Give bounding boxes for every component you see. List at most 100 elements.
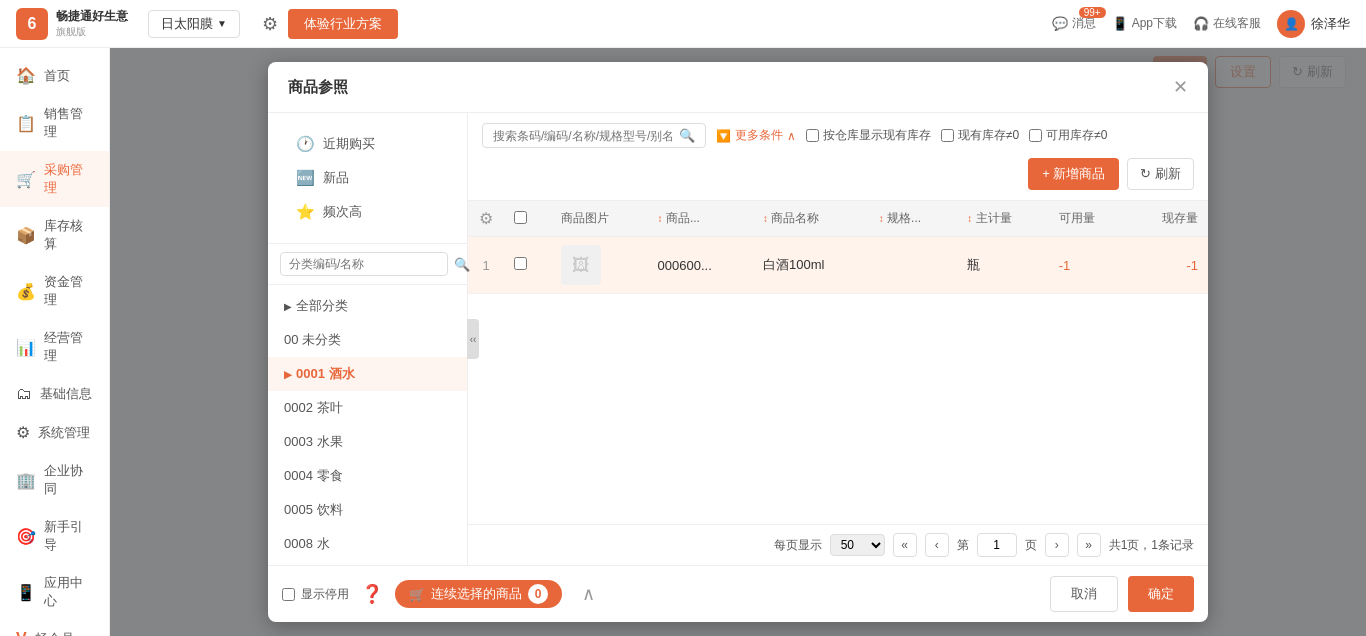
table-row[interactable]: 1 🖼 000600... 白酒100ml bbox=[468, 237, 1208, 294]
sidebar-label-system: 系统管理 bbox=[38, 424, 90, 442]
sidebar-item-enterprise[interactable]: 🏢 企业协同 bbox=[0, 452, 109, 508]
filter-icon: 🔽 bbox=[716, 129, 731, 143]
cart-collapse-icon[interactable]: ∧ bbox=[582, 583, 595, 605]
search-icon[interactable]: 🔍 bbox=[679, 128, 695, 143]
cancel-btn[interactable]: 取消 bbox=[1050, 576, 1118, 612]
sidebar-item-sales[interactable]: 📋 销售管理 bbox=[0, 95, 109, 151]
col-name[interactable]: ↕ 商品名称 bbox=[753, 201, 869, 237]
category-0005[interactable]: 0005 饮料 bbox=[268, 493, 467, 527]
category-0001[interactable]: ▶ 0001 酒水 bbox=[268, 357, 467, 391]
modal-close-button[interactable]: ✕ bbox=[1173, 76, 1188, 98]
quick-item-frequent[interactable]: ⭐ 频次高 bbox=[280, 195, 455, 229]
sort-icon-spec: ↕ bbox=[879, 213, 884, 224]
col-image: 商品图片 bbox=[551, 201, 648, 237]
message-btn[interactable]: 💬 消息 99+ bbox=[1052, 15, 1096, 32]
user-menu[interactable]: 👤 徐泽华 bbox=[1277, 10, 1350, 38]
sidebar-label-enterprise: 企业协同 bbox=[44, 462, 93, 498]
trial-btn[interactable]: 体验行业方案 bbox=[288, 9, 398, 39]
quick-items-list: 🕐 近期购买 🆕 新品 ⭐ 频次高 bbox=[280, 123, 455, 233]
col-settings: ⚙ bbox=[468, 201, 504, 237]
sidebar-item-guide[interactable]: 🎯 新手引导 bbox=[0, 508, 109, 564]
available-stock-checkbox[interactable] bbox=[1029, 129, 1042, 142]
modal-right-panel: 🔍 🔽 更多条件 ∧ 按仓库显示现有库存 bbox=[468, 113, 1208, 565]
toolbar-right: + 新增商品 ↻ 刷新 bbox=[1028, 158, 1194, 190]
product-table-body: 1 🖼 000600... 白酒100ml bbox=[468, 237, 1208, 294]
col-name-label: 商品名称 bbox=[771, 211, 819, 225]
sidebar-item-basics[interactable]: 🗂 基础信息 bbox=[0, 375, 109, 413]
last-page-btn[interactable]: » bbox=[1077, 533, 1101, 557]
chevron-down-icon: ▼ bbox=[217, 18, 227, 29]
quick-item-recent[interactable]: 🕐 近期购买 bbox=[280, 127, 455, 161]
category-all[interactable]: ▶ 全部分类 bbox=[268, 289, 467, 323]
sort-icon-code: ↕ bbox=[658, 213, 663, 224]
finance-icon: 💰 bbox=[16, 282, 36, 301]
cart-btn[interactable]: 🛒 连续选择的商品 0 bbox=[395, 580, 562, 608]
check-available-stock: 可用库存≠0 bbox=[1029, 127, 1107, 144]
sidebar-label-sales: 销售管理 bbox=[44, 105, 93, 141]
prev-page-btn[interactable]: ‹ bbox=[925, 533, 949, 557]
available-stock-label: 可用库存≠0 bbox=[1046, 127, 1107, 144]
category-0008[interactable]: 0008 水 bbox=[268, 527, 467, 561]
sidebar-item-inventory[interactable]: 📦 库存核算 bbox=[0, 207, 109, 263]
column-settings-icon[interactable]: ⚙ bbox=[479, 210, 493, 227]
content-area: 查询 设置 ↻ 刷新 商品参照 ✕ bbox=[110, 48, 1366, 636]
col-code[interactable]: ↕ 商品... bbox=[648, 201, 753, 237]
sidebar-item-system[interactable]: ⚙ 系统管理 bbox=[0, 413, 109, 452]
col-spec[interactable]: ↕ 规格... bbox=[869, 201, 958, 237]
page-number-input[interactable] bbox=[977, 533, 1017, 557]
total-label: 共1页，1条记录 bbox=[1109, 537, 1194, 554]
sidebar-item-finance[interactable]: 💰 资金管理 bbox=[0, 263, 109, 319]
category-search-input[interactable] bbox=[280, 252, 448, 276]
col-code-label: 商品... bbox=[666, 211, 700, 225]
collapse-btn[interactable]: ‹‹ bbox=[467, 319, 479, 359]
page-label: 第 bbox=[957, 537, 969, 554]
category-0010[interactable]: 0010 家电 bbox=[268, 561, 467, 565]
sidebar: 🏠 首页 📋 销售管理 🛒 采购管理 📦 库存核算 💰 资金管理 📊 经营管理 … bbox=[0, 48, 110, 636]
cat0004-label: 0004 零食 bbox=[284, 467, 343, 485]
category-0004[interactable]: 0004 零食 bbox=[268, 459, 467, 493]
col-unit[interactable]: ↕ 主计量 bbox=[957, 201, 1048, 237]
product-search-input[interactable] bbox=[493, 129, 673, 143]
store-selector[interactable]: 日太阳膜 ▼ bbox=[148, 10, 240, 38]
refresh-btn[interactable]: ↻ 刷新 bbox=[1127, 158, 1194, 190]
category-search-icon[interactable]: 🔍 bbox=[454, 257, 470, 272]
row-checkbox[interactable] bbox=[514, 257, 527, 270]
sidebar-item-member[interactable]: V 畅会员 bbox=[0, 620, 109, 636]
sidebar-label-finance: 资金管理 bbox=[44, 273, 93, 309]
col-stock: 现存量 bbox=[1128, 201, 1208, 237]
sidebar-item-home[interactable]: 🏠 首页 bbox=[0, 56, 109, 95]
warehouse-stock-label: 按仓库显示现有库存 bbox=[823, 127, 931, 144]
settings-icon-btn[interactable]: ⚙ bbox=[252, 6, 288, 42]
sidebar-item-apps[interactable]: 📱 应用中心 bbox=[0, 564, 109, 620]
check-current-stock: 现有库存≠0 bbox=[941, 127, 1019, 144]
row-img-cell: 🖼 bbox=[551, 237, 648, 294]
product-table: ⚙ 商品图片 bbox=[468, 201, 1208, 294]
row-spec-cell bbox=[869, 237, 958, 294]
current-stock-checkbox[interactable] bbox=[941, 129, 954, 142]
help-icon[interactable]: ❓ bbox=[361, 583, 383, 605]
app-download-btn[interactable]: 📱 App下载 bbox=[1112, 15, 1177, 32]
category-00[interactable]: 00 未分类 bbox=[268, 323, 467, 357]
more-filter-btn[interactable]: 🔽 更多条件 ∧ bbox=[716, 127, 796, 144]
display-disabled-checkbox[interactable] bbox=[282, 588, 295, 601]
confirm-btn[interactable]: 确定 bbox=[1128, 576, 1194, 612]
add-product-btn[interactable]: + 新增商品 bbox=[1028, 158, 1119, 190]
modal-toolbar: 🔍 🔽 更多条件 ∧ 按仓库显示现有库存 bbox=[468, 113, 1208, 201]
sales-icon: 📋 bbox=[16, 114, 36, 133]
category-0003[interactable]: 0003 水果 bbox=[268, 425, 467, 459]
display-disabled-area: 显示停用 bbox=[282, 586, 349, 603]
per-page-select[interactable]: 20 50 100 bbox=[830, 534, 885, 556]
sidebar-item-purchase[interactable]: 🛒 采购管理 bbox=[0, 151, 109, 207]
sidebar-item-operations[interactable]: 📊 经营管理 bbox=[0, 319, 109, 375]
new-icon: 🆕 bbox=[296, 169, 315, 187]
product-thumbnail: 🖼 bbox=[561, 245, 601, 285]
select-all-checkbox[interactable] bbox=[514, 211, 527, 224]
online-service-btn[interactable]: 🎧 在线客服 bbox=[1193, 15, 1261, 32]
warehouse-stock-checkbox[interactable] bbox=[806, 129, 819, 142]
category-0002[interactable]: 0002 茶叶 bbox=[268, 391, 467, 425]
logo-icon: 6 bbox=[16, 8, 48, 40]
next-page-btn[interactable]: › bbox=[1045, 533, 1069, 557]
modal-overlay: 商品参照 ✕ 🕐 近期购买 bbox=[110, 48, 1366, 636]
quick-item-new[interactable]: 🆕 新品 bbox=[280, 161, 455, 195]
first-page-btn[interactable]: « bbox=[893, 533, 917, 557]
